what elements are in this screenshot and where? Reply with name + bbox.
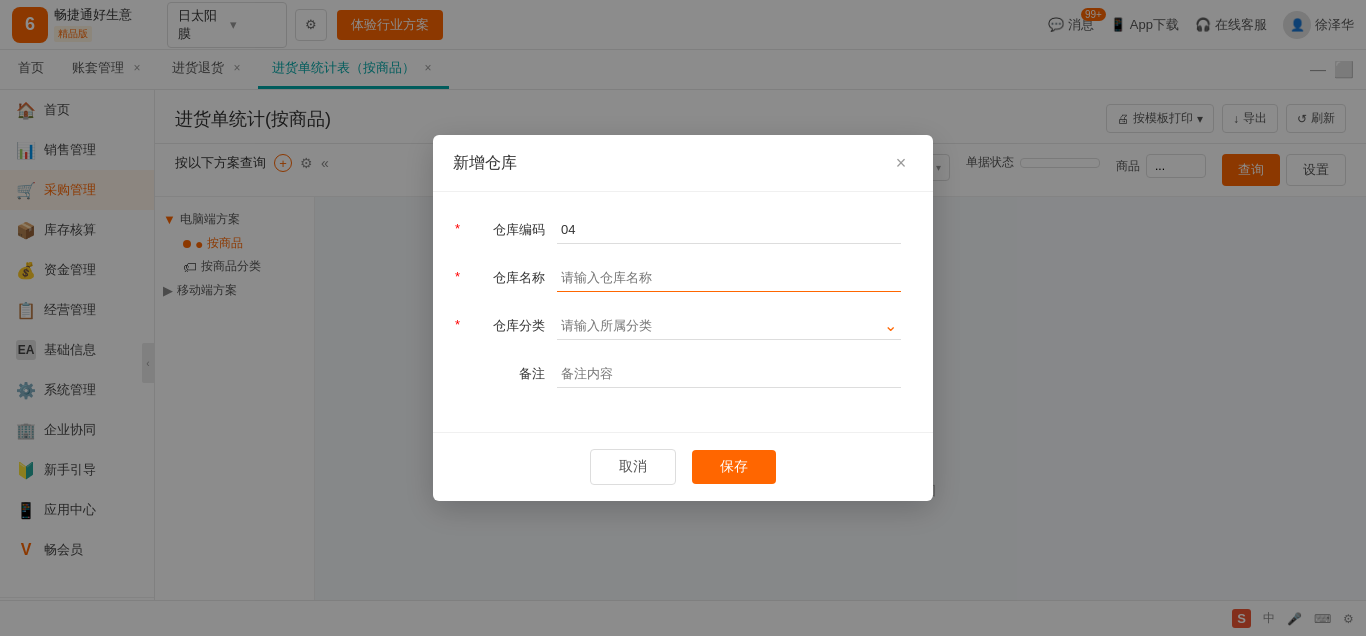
modal-footer: 取消 保存: [433, 432, 933, 501]
category-dropdown-icon[interactable]: ⌄: [884, 316, 897, 335]
warehouse-category-label: 仓库分类: [465, 317, 545, 335]
modal-overlay: 新增仓库 × 仓库编码 仓库名称 仓库分类 ⌄ 备注: [0, 0, 1366, 636]
warehouse-name-input[interactable]: [557, 264, 901, 292]
remark-input[interactable]: [557, 360, 901, 388]
warehouse-code-label: 仓库编码: [465, 221, 545, 239]
warehouse-name-label: 仓库名称: [465, 269, 545, 287]
warehouse-name-row: 仓库名称: [465, 264, 901, 292]
warehouse-code-row: 仓库编码: [465, 216, 901, 244]
modal-title: 新增仓库: [453, 153, 517, 174]
warehouse-category-select[interactable]: ⌄: [557, 312, 901, 340]
remark-row: 备注: [465, 360, 901, 388]
warehouse-code-input[interactable]: [557, 216, 901, 244]
modal-header: 新增仓库 ×: [433, 135, 933, 192]
add-warehouse-modal: 新增仓库 × 仓库编码 仓库名称 仓库分类 ⌄ 备注: [433, 135, 933, 501]
warehouse-category-row: 仓库分类 ⌄: [465, 312, 901, 340]
modal-close-button[interactable]: ×: [889, 151, 913, 175]
warehouse-category-input[interactable]: [561, 318, 884, 333]
cancel-button[interactable]: 取消: [590, 449, 676, 485]
save-button[interactable]: 保存: [692, 450, 776, 484]
modal-body: 仓库编码 仓库名称 仓库分类 ⌄ 备注: [433, 192, 933, 432]
remark-label: 备注: [465, 365, 545, 383]
